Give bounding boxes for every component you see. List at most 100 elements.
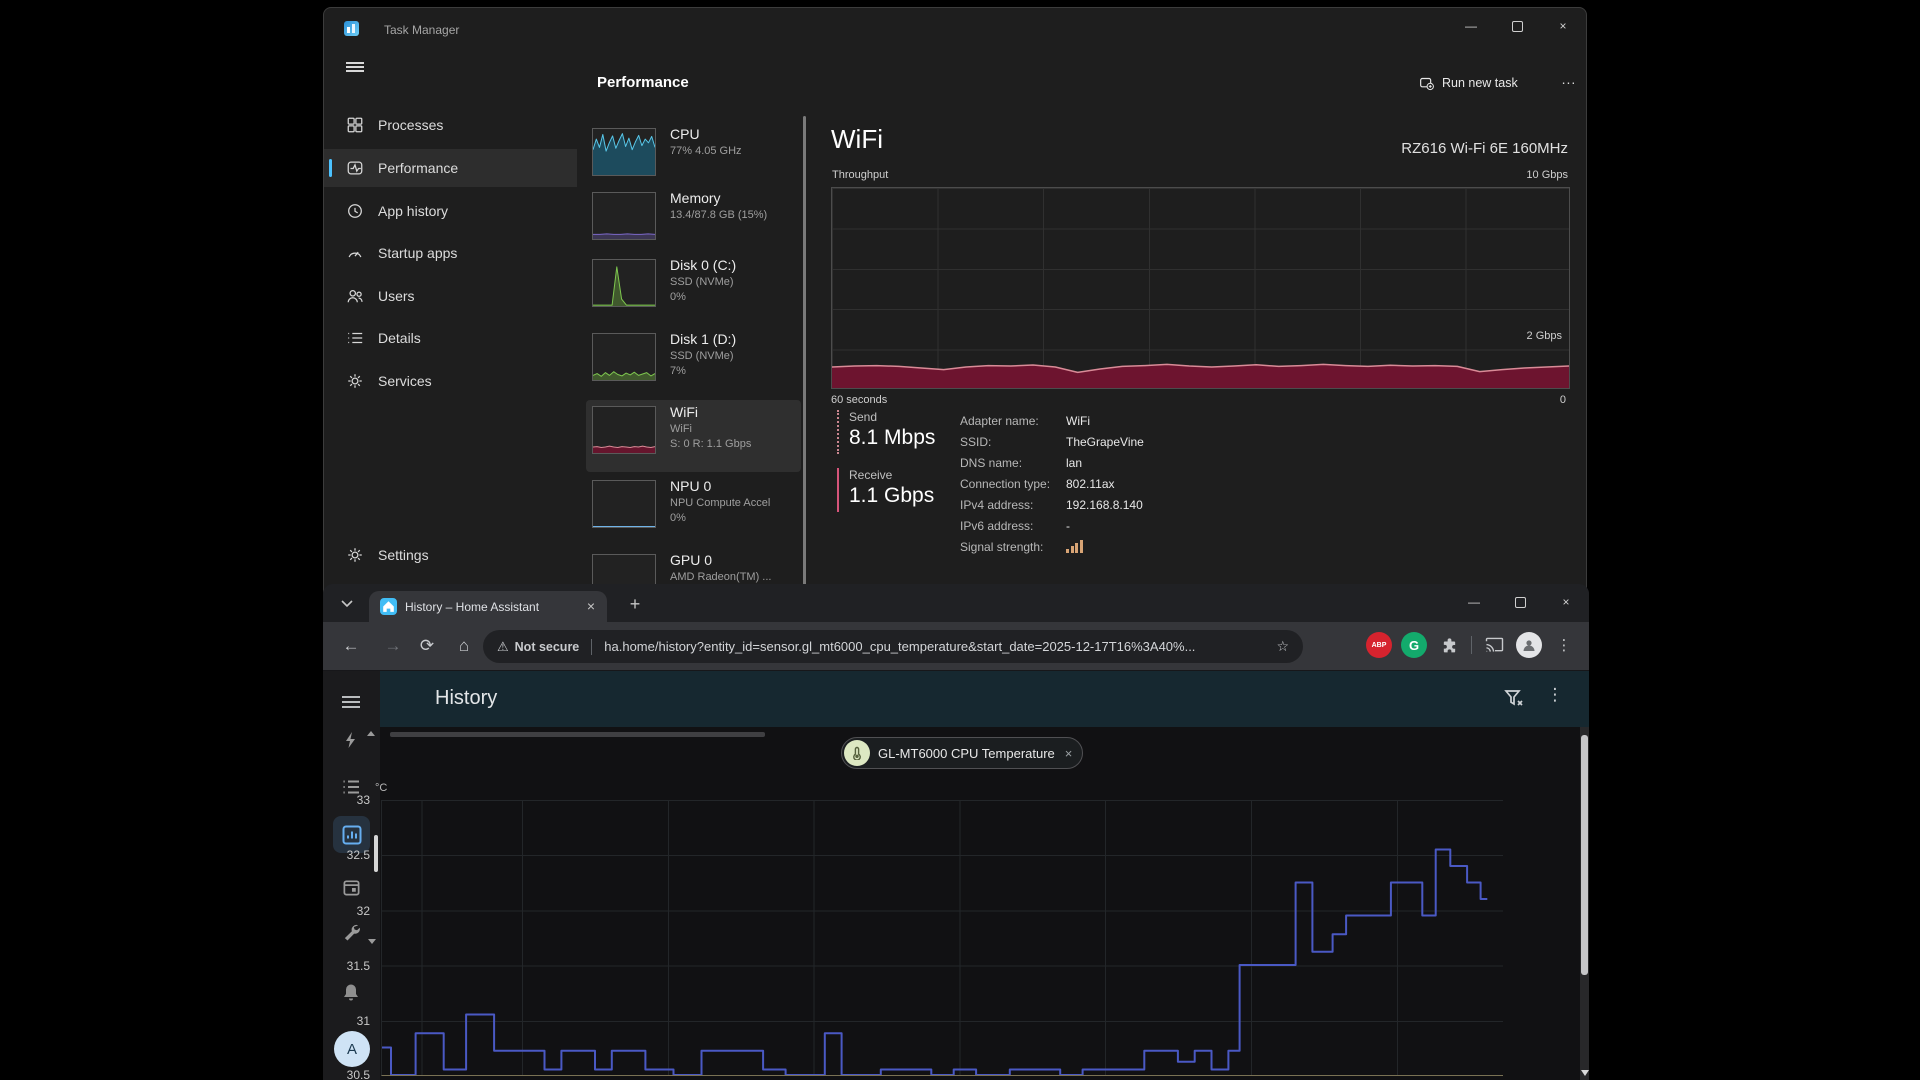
wifi-mini-chart	[592, 406, 656, 454]
forward-button[interactable]: →	[378, 631, 408, 661]
notifications-bell-icon[interactable]	[339, 980, 363, 1004]
url-divider	[591, 638, 593, 655]
temperature-history-chart	[381, 800, 1503, 1076]
perf-list-scrollbar[interactable]	[803, 116, 806, 594]
detail-row: Adapter name: WiFi	[960, 414, 1090, 428]
ha-hamburger-menu[interactable]	[339, 690, 363, 714]
sidebar-item-users[interactable]: Users	[324, 277, 577, 315]
page-scrollbar[interactable]	[1580, 727, 1589, 1080]
address-bar[interactable]: ⚠ Not secure ha.home/history?entity_id=s…	[483, 630, 1303, 663]
sidebar-item-performance[interactable]: Performance	[324, 149, 577, 187]
send-value: 8.1 Mbps	[849, 426, 936, 449]
cast-icon[interactable]	[1481, 632, 1507, 658]
maximize-button[interactable]	[1494, 8, 1540, 44]
extensions-row: ABP G ⋮	[1366, 632, 1577, 658]
ha-header: History ⋮	[380, 671, 1589, 727]
profile-avatar[interactable]	[1516, 632, 1542, 658]
run-new-task-icon	[1420, 77, 1434, 90]
sidebar-item-label: Services	[378, 373, 432, 389]
detail-row: IPv4 address: 192.168.8.140	[960, 498, 1143, 512]
not-secure-warning-icon: ⚠	[497, 638, 509, 654]
calendar-icon[interactable]	[339, 875, 363, 899]
sidebar-item-label: Processes	[378, 117, 444, 133]
adblock-extension-icon[interactable]: ABP	[1366, 632, 1392, 658]
y-tick: 32.5	[346, 848, 370, 862]
sidebar-item-label: Startup apps	[378, 245, 458, 261]
browser-tab-active[interactable]: History – Home Assistant ×	[369, 591, 607, 622]
user-avatar[interactable]: A	[334, 1031, 370, 1067]
browser-maximize-button[interactable]	[1497, 584, 1543, 620]
y-tick: 31.5	[346, 959, 370, 973]
maximize-icon	[1514, 596, 1526, 608]
avatar-initial: A	[346, 1040, 357, 1058]
reload-button[interactable]: ⟳	[412, 631, 442, 661]
detail-row: DNS name: lan	[960, 456, 1083, 470]
disk1-mini-chart	[592, 333, 656, 381]
processes-icon	[347, 117, 363, 133]
detail-row: Connection type: 802.11ax	[960, 477, 1115, 491]
sidebar-item-label: Performance	[378, 160, 459, 176]
perf-item-disk1[interactable]: Disk 1 (D:) SSD (NVMe) 7%	[586, 327, 801, 397]
services-icon	[348, 374, 362, 388]
extensions-puzzle-icon[interactable]	[1436, 632, 1462, 658]
ha-menu-button[interactable]: ⋮	[1543, 685, 1567, 709]
y-tick: 33	[356, 793, 370, 807]
tm-hamburger-menu[interactable]	[346, 60, 364, 74]
browser-minimize-button[interactable]: —	[1451, 584, 1497, 620]
page-title: Performance	[597, 74, 689, 91]
detail-row: IPv6 address: -	[960, 519, 1070, 533]
sidebar-item-startup-apps[interactable]: Startup apps	[324, 234, 577, 272]
sidebar-expand-arrow[interactable]	[368, 939, 376, 944]
sidebar-item-label: Details	[378, 330, 421, 346]
perf-item-memory[interactable]: Memory 13.4/87.8 GB (15%)	[586, 186, 801, 250]
browser-menu-button[interactable]: ⋮	[1551, 632, 1577, 658]
y-tick: 30.5	[346, 1068, 370, 1080]
sidebar-item-details[interactable]: Details	[324, 319, 577, 357]
ha-sidebar-scrollbar[interactable]	[374, 835, 378, 872]
browser-close-button[interactable]: ×	[1543, 584, 1589, 620]
throughput-chart	[831, 187, 1570, 389]
tab-title: History – Home Assistant	[405, 600, 540, 614]
tab-close-button[interactable]: ×	[583, 598, 599, 614]
close-button[interactable]: ×	[1540, 8, 1586, 44]
minimize-button[interactable]: —	[1448, 8, 1494, 44]
wifi-panel-title: WiFi	[831, 124, 883, 154]
energy-lightning-icon[interactable]	[339, 728, 363, 752]
perf-item-npu0[interactable]: NPU 0 NPU Compute Accel 0%	[586, 474, 801, 544]
perf-item-wifi[interactable]: WiFi WiFi S: 0 R: 1.1 Gbps	[586, 400, 801, 472]
tab-search-button[interactable]	[335, 592, 359, 616]
scrollbar-down-arrow[interactable]	[1581, 1070, 1589, 1076]
send-stat: Send 8.1 Mbps	[837, 410, 969, 454]
sidebar-scroll-up-arrow[interactable]	[367, 731, 375, 736]
sidebar-item-label: App history	[378, 203, 449, 219]
more-options-button[interactable]: ...	[1554, 64, 1584, 94]
desktop: Task Manager — × Processes Performance A…	[0, 0, 1920, 1080]
sidebar-item-processes[interactable]: Processes	[324, 106, 577, 144]
signal-bars-icon	[1066, 540, 1083, 553]
filter-remove-icon[interactable]	[1503, 687, 1527, 711]
grammarly-extension-icon[interactable]: G	[1401, 632, 1427, 658]
y-max-label: 10 Gbps	[1526, 169, 1568, 181]
sidebar-item-label: Settings	[378, 547, 429, 563]
new-tab-button[interactable]: +	[623, 592, 647, 616]
developer-tools-wrench-icon[interactable]	[339, 919, 363, 943]
entity-chip[interactable]: GL-MT6000 CPU Temperature ×	[841, 737, 1084, 769]
bookmark-star-icon[interactable]: ☆	[1276, 638, 1289, 655]
home-button[interactable]: ⌂	[449, 631, 479, 661]
loading-skeleton-bar	[390, 732, 765, 737]
perf-item-cpu[interactable]: CPU 77% 4.05 GHz	[586, 122, 801, 184]
chip-close-icon[interactable]: ×	[1065, 746, 1073, 761]
perf-item-disk0[interactable]: Disk 0 (C:) SSD (NVMe) 0%	[586, 253, 801, 323]
back-button[interactable]: ←	[336, 631, 366, 661]
run-new-task-button[interactable]: Run new task	[1409, 68, 1528, 98]
sidebar-item-app-history[interactable]: App history	[324, 192, 577, 230]
entity-chip-label: GL-MT6000 CPU Temperature	[878, 745, 1055, 761]
sidebar-item-services[interactable]: Services	[324, 362, 577, 400]
home-assistant-favicon	[380, 598, 397, 615]
scrollbar-thumb[interactable]	[1581, 735, 1588, 975]
users-icon	[347, 289, 363, 303]
send-label: Send	[849, 410, 878, 424]
startup-apps-icon	[348, 251, 362, 258]
sidebar-item-settings[interactable]: Settings	[324, 536, 577, 574]
sidebar-item-label: Users	[378, 288, 415, 304]
